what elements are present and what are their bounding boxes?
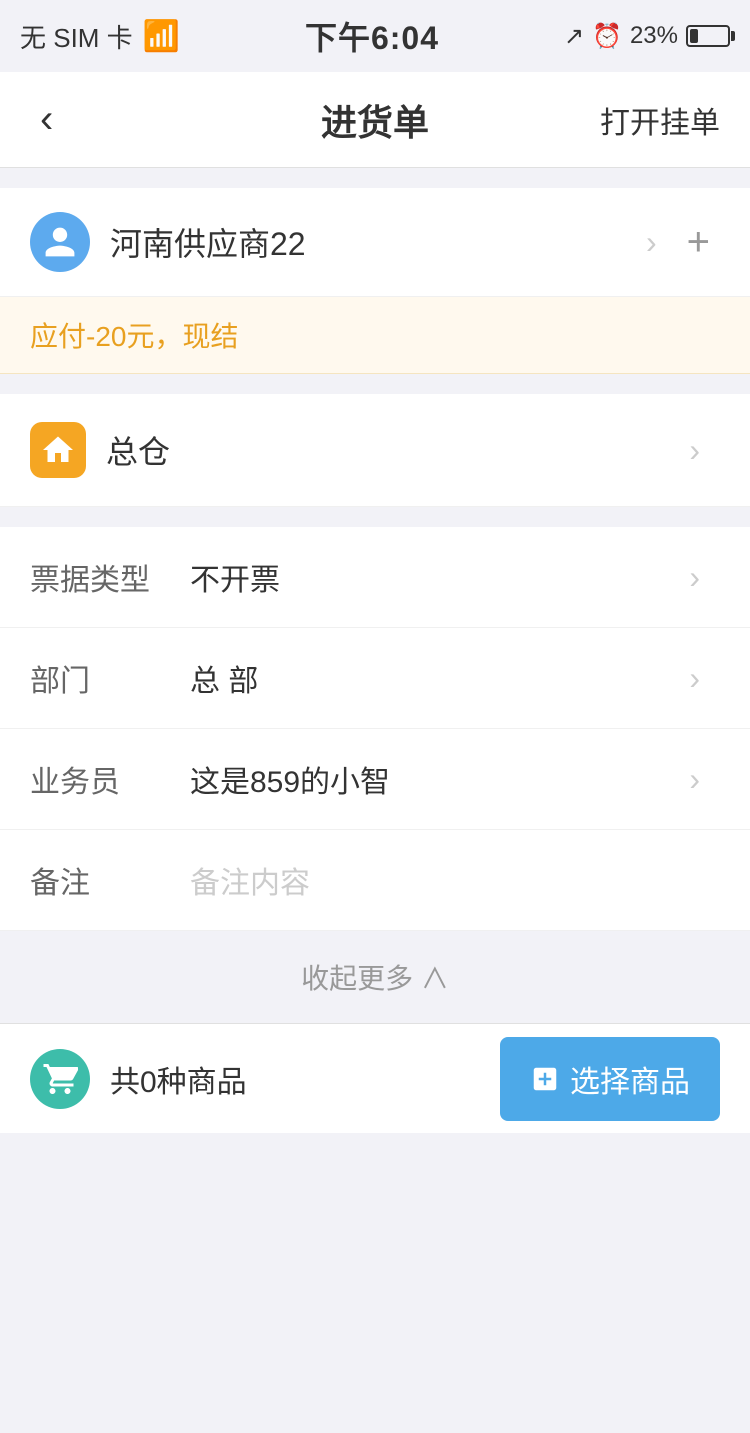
supplier-row[interactable]: 河南供应商22 › + [0, 188, 750, 297]
open-pending-button[interactable]: 打开挂单 [600, 98, 720, 142]
add-button[interactable]: + [677, 220, 720, 265]
notice-text: 应付-20元，现结 [30, 321, 238, 352]
remark-input[interactable]: 备注内容 [190, 858, 720, 902]
department-chevron-icon: › [689, 660, 700, 697]
carrier-text: 无 SIM 卡 [20, 18, 133, 55]
supplier-chevron-icon: › [646, 224, 657, 261]
salesperson-chevron-icon: › [689, 761, 700, 798]
collapse-row[interactable]: 收起更多 ∧ [0, 931, 750, 1023]
salesperson-label: 业务员 [30, 757, 190, 801]
select-product-icon [530, 1064, 560, 1094]
invoice-type-label: 票据类型 [30, 555, 190, 599]
person-icon [42, 224, 78, 260]
status-bar: 无 SIM 卡 📶 下午6:04 ↗ ⏰ 23% [0, 0, 750, 72]
warehouse-icon-container [30, 422, 86, 478]
collapse-label: 收起更多 ∧ [301, 957, 449, 997]
invoice-type-chevron-icon: › [689, 559, 700, 596]
department-row[interactable]: 部门 总 部 › [0, 628, 750, 729]
battery-percent: 23% [630, 22, 678, 50]
department-label: 部门 [30, 656, 190, 700]
bottom-bar: 共0种商品 选择商品 [0, 1023, 750, 1133]
status-time: 下午6:04 [305, 13, 439, 59]
sep-1 [0, 168, 750, 188]
warehouse-chevron-icon: › [689, 432, 700, 469]
supplier-section: 河南供应商22 › + 应付-20元，现结 [0, 188, 750, 374]
invoice-type-row[interactable]: 票据类型 不开票 › [0, 527, 750, 628]
status-left: 无 SIM 卡 📶 [20, 18, 180, 55]
product-icon-container [30, 1049, 90, 1109]
sep-3 [0, 507, 750, 527]
supplier-avatar [30, 212, 90, 272]
invoice-type-value: 不开票 [190, 555, 689, 599]
warehouse-row[interactable]: 总仓 › [0, 394, 750, 507]
battery-icon [686, 25, 730, 47]
product-count-text: 共0种商品 [110, 1057, 500, 1101]
status-right: ↗ ⏰ 23% [564, 22, 730, 51]
salesperson-value: 这是859的小智 [190, 757, 689, 801]
department-value: 总 部 [190, 656, 689, 700]
back-button[interactable]: ‹ [30, 87, 63, 152]
remark-row[interactable]: 备注 备注内容 [0, 830, 750, 931]
wifi-icon: 📶 [143, 19, 180, 54]
salesperson-row[interactable]: 业务员 这是859的小智 › [0, 729, 750, 830]
form-section: 票据类型 不开票 › 部门 总 部 › 业务员 这是859的小智 › 备注 备注… [0, 527, 750, 931]
select-product-button[interactable]: 选择商品 [500, 1037, 720, 1121]
warehouse-icon [40, 432, 76, 468]
warehouse-section: 总仓 › [0, 394, 750, 507]
sep-2 [0, 374, 750, 394]
nav-title: 进货单 [321, 94, 429, 146]
location-icon: ↗ [564, 22, 584, 51]
alarm-icon: ⏰ [592, 22, 622, 51]
supplier-name: 河南供应商22 [110, 219, 646, 265]
nav-bar: ‹ 进货单 打开挂单 [0, 72, 750, 168]
cart-icon [42, 1061, 78, 1097]
remark-label: 备注 [30, 858, 190, 902]
select-product-label: 选择商品 [570, 1057, 690, 1101]
notice-banner: 应付-20元，现结 [0, 297, 750, 374]
warehouse-label: 总仓 [106, 427, 689, 473]
empty-area [0, 1133, 750, 1433]
